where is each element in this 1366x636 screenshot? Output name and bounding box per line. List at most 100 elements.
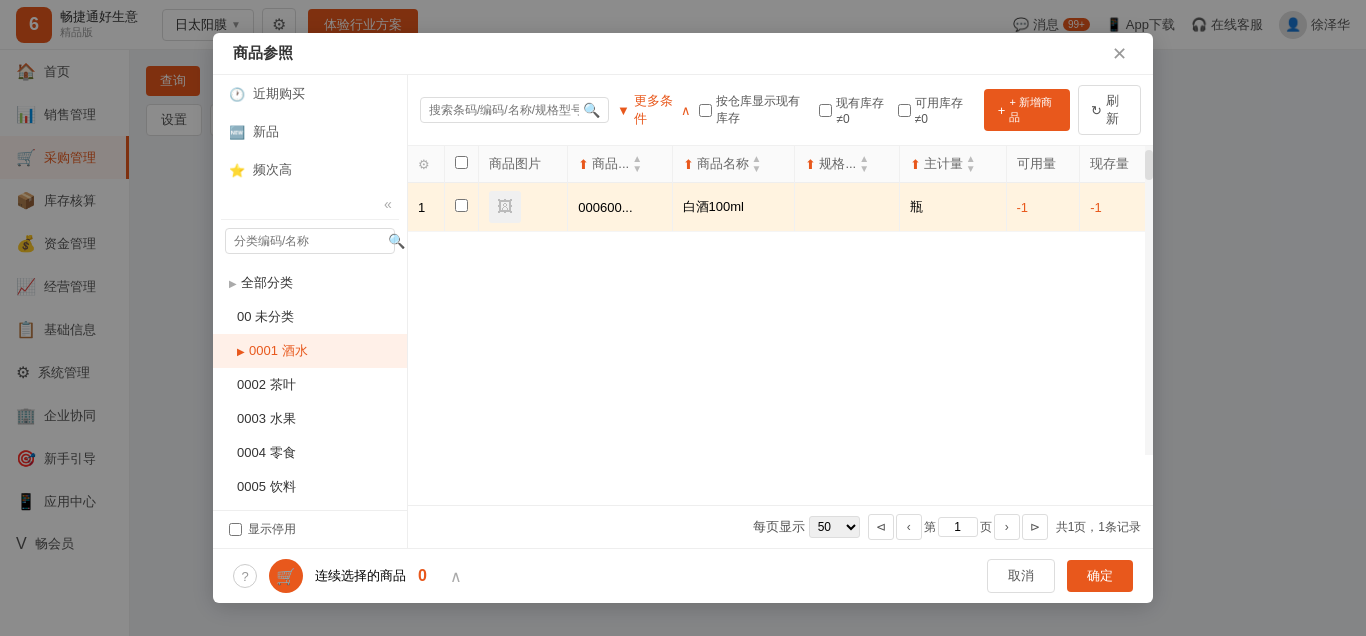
cat-fruit[interactable]: 0003 水果 bbox=[213, 402, 407, 436]
arrow-open-icon: ▶ bbox=[237, 346, 245, 357]
plus-icon: + bbox=[998, 103, 1006, 118]
product-spec-cell bbox=[795, 183, 899, 232]
available-stock-checkbox[interactable] bbox=[898, 104, 911, 117]
refresh-button[interactable]: ↻ 刷新 bbox=[1078, 85, 1141, 135]
refresh-icon: ↻ bbox=[1091, 103, 1102, 118]
index-value: 1 bbox=[418, 200, 425, 215]
column-settings-icon[interactable]: ⚙ bbox=[418, 157, 430, 172]
available-sort[interactable]: 可用量 bbox=[1017, 155, 1070, 173]
star-icon: ⭐ bbox=[229, 163, 245, 178]
close-icon[interactable]: ✕ bbox=[1105, 40, 1133, 68]
help-icon[interactable]: ? bbox=[233, 564, 257, 588]
image-col-label: 商品图片 bbox=[489, 155, 541, 173]
cart-icon[interactable]: 🛒 bbox=[269, 559, 303, 593]
sort-up2-icon: ⬆ bbox=[683, 157, 694, 172]
product-code-value: 000600... bbox=[578, 200, 632, 215]
cat-fruit-label: 0003 水果 bbox=[237, 410, 296, 428]
collapse-left-icon[interactable]: « bbox=[377, 193, 399, 215]
have-stock-item[interactable]: 现有库存≠0 bbox=[819, 95, 889, 126]
product-thumbnail: 🖼 bbox=[489, 191, 521, 223]
filter-icon: ▼ bbox=[617, 103, 630, 118]
page-last-button[interactable]: ⊳ bbox=[1022, 514, 1048, 540]
cat-drink-label: 0005 饮料 bbox=[237, 478, 296, 496]
name-sort[interactable]: ⬆ 商品名称 ▲▼ bbox=[683, 154, 785, 174]
unit-sort[interactable]: ⬆ 主计量 ▲▼ bbox=[910, 154, 996, 174]
table-area: ⚙ 商品图片 bbox=[408, 146, 1153, 232]
page-input[interactable] bbox=[938, 517, 978, 537]
row-index: 1 bbox=[408, 183, 444, 232]
table-row[interactable]: 1 🖼 bbox=[408, 183, 1153, 232]
image-sort: 商品图片 bbox=[489, 155, 558, 173]
spec-col-header: ⬆ 规格... ▲▼ bbox=[795, 146, 899, 183]
have-stock-checkbox[interactable] bbox=[819, 104, 832, 117]
warehouse-stock-checkbox[interactable] bbox=[699, 104, 712, 117]
spec-sort[interactable]: ⬆ 规格... ▲▼ bbox=[805, 154, 888, 174]
new-goods-label: 新品 bbox=[253, 123, 279, 141]
search-icon[interactable]: 🔍 bbox=[388, 233, 405, 249]
collapse-footer-icon[interactable]: ∧ bbox=[450, 567, 462, 586]
row-checkbox[interactable] bbox=[455, 199, 468, 212]
cat-snack[interactable]: 0004 零食 bbox=[213, 436, 407, 470]
show-stock-by-warehouse[interactable]: 按仓库显示现有库存 bbox=[699, 93, 811, 127]
search-input-wrap: 🔍 bbox=[420, 97, 609, 123]
cat-wine[interactable]: ▶ 0001 酒水 bbox=[213, 334, 407, 368]
select-all-checkbox[interactable] bbox=[455, 156, 468, 169]
cat-all-label: 全部分类 bbox=[241, 274, 293, 292]
page-first-button[interactable]: ⊲ bbox=[868, 514, 894, 540]
recent-purchase-item[interactable]: 🕐 近期购买 bbox=[213, 75, 407, 113]
modal-header: 商品参照 ✕ bbox=[213, 33, 1153, 75]
category-tree: ▶ 全部分类 00 未分类 ▶ 0001 酒水 0002 茶叶 0003 水果 bbox=[213, 262, 407, 510]
show-disabled-label[interactable]: 显示停用 bbox=[248, 521, 296, 538]
stock-sort[interactable]: 现存量 bbox=[1090, 155, 1143, 173]
unit-col-header: ⬆ 主计量 ▲▼ bbox=[899, 146, 1006, 183]
page-prev-button[interactable]: ‹ bbox=[896, 514, 922, 540]
frequent-item[interactable]: ⭐ 频次高 bbox=[213, 151, 407, 189]
frequent-label: 频次高 bbox=[253, 161, 292, 179]
new-goods-item[interactable]: 🆕 新品 bbox=[213, 113, 407, 151]
clock-icon: 🕐 bbox=[229, 87, 245, 102]
sort-up-icon: ⬆ bbox=[578, 157, 589, 172]
cat-all[interactable]: ▶ 全部分类 bbox=[213, 266, 407, 300]
show-disabled-checkbox[interactable] bbox=[229, 523, 242, 536]
modal-overlay[interactable]: 商品参照 ✕ 🕐 近期购买 🆕 新品 ⭐ 频次高 bbox=[0, 0, 1366, 636]
modal-title: 商品参照 bbox=[233, 44, 293, 63]
available-col-label: 可用量 bbox=[1017, 155, 1056, 173]
cat-tea-label: 0002 茶叶 bbox=[237, 376, 296, 394]
filter-button[interactable]: ▼ 更多条件 ∧ bbox=[617, 92, 691, 128]
sort-icon2: ▲▼ bbox=[752, 154, 762, 174]
category-search: 🔍 bbox=[225, 228, 395, 254]
cat-unclassified-label: 00 未分类 bbox=[237, 308, 294, 326]
search-icon[interactable]: 🔍 bbox=[583, 102, 600, 118]
product-code-cell: 000600... bbox=[568, 183, 672, 232]
code-col-label: 商品... bbox=[592, 155, 629, 173]
unit-col-label: 主计量 bbox=[924, 155, 963, 173]
category-search-input[interactable] bbox=[234, 234, 384, 248]
search-input[interactable] bbox=[429, 103, 579, 117]
cat-drink[interactable]: 0005 饮料 bbox=[213, 470, 407, 504]
divider bbox=[221, 219, 399, 220]
per-page-dropdown[interactable]: 102050100 bbox=[809, 516, 860, 538]
name-col-label: 商品名称 bbox=[697, 155, 749, 173]
page-next-button[interactable]: › bbox=[994, 514, 1020, 540]
row-checkbox-cell[interactable] bbox=[444, 183, 478, 232]
product-name-value: 白酒100ml bbox=[683, 199, 744, 214]
cat-tea[interactable]: 0002 茶叶 bbox=[213, 368, 407, 402]
page-total-label: 共1页，1条记录 bbox=[1056, 519, 1141, 536]
code-sort[interactable]: ⬆ 商品... ▲▼ bbox=[578, 154, 661, 174]
spec-col-label: 规格... bbox=[819, 155, 856, 173]
cancel-button[interactable]: 取消 bbox=[987, 559, 1055, 593]
add-product-button[interactable]: + + 新增商品 bbox=[984, 89, 1070, 131]
scrollbar[interactable] bbox=[1145, 146, 1153, 455]
available-stock-label: 可用库存≠0 bbox=[915, 95, 968, 126]
filter-label: 更多条件 bbox=[634, 92, 677, 128]
confirm-button[interactable]: 确定 bbox=[1067, 560, 1133, 592]
code-col-header: ⬆ 商品... ▲▼ bbox=[568, 146, 672, 183]
have-stock-label: 现有库存≠0 bbox=[836, 95, 889, 126]
product-name-cell: 白酒100ml bbox=[672, 183, 795, 232]
settings-col-header: ⚙ bbox=[408, 146, 444, 183]
available-col-header: 可用量 bbox=[1006, 146, 1080, 183]
cat-unclassified[interactable]: 00 未分类 bbox=[213, 300, 407, 334]
table-wrap: ⚙ 商品图片 bbox=[408, 146, 1153, 505]
available-stock-item[interactable]: 可用库存≠0 bbox=[898, 95, 968, 126]
right-panel: 🔍 ▼ 更多条件 ∧ 按仓库显示现有库存 现有库存≠0 bbox=[408, 75, 1153, 548]
